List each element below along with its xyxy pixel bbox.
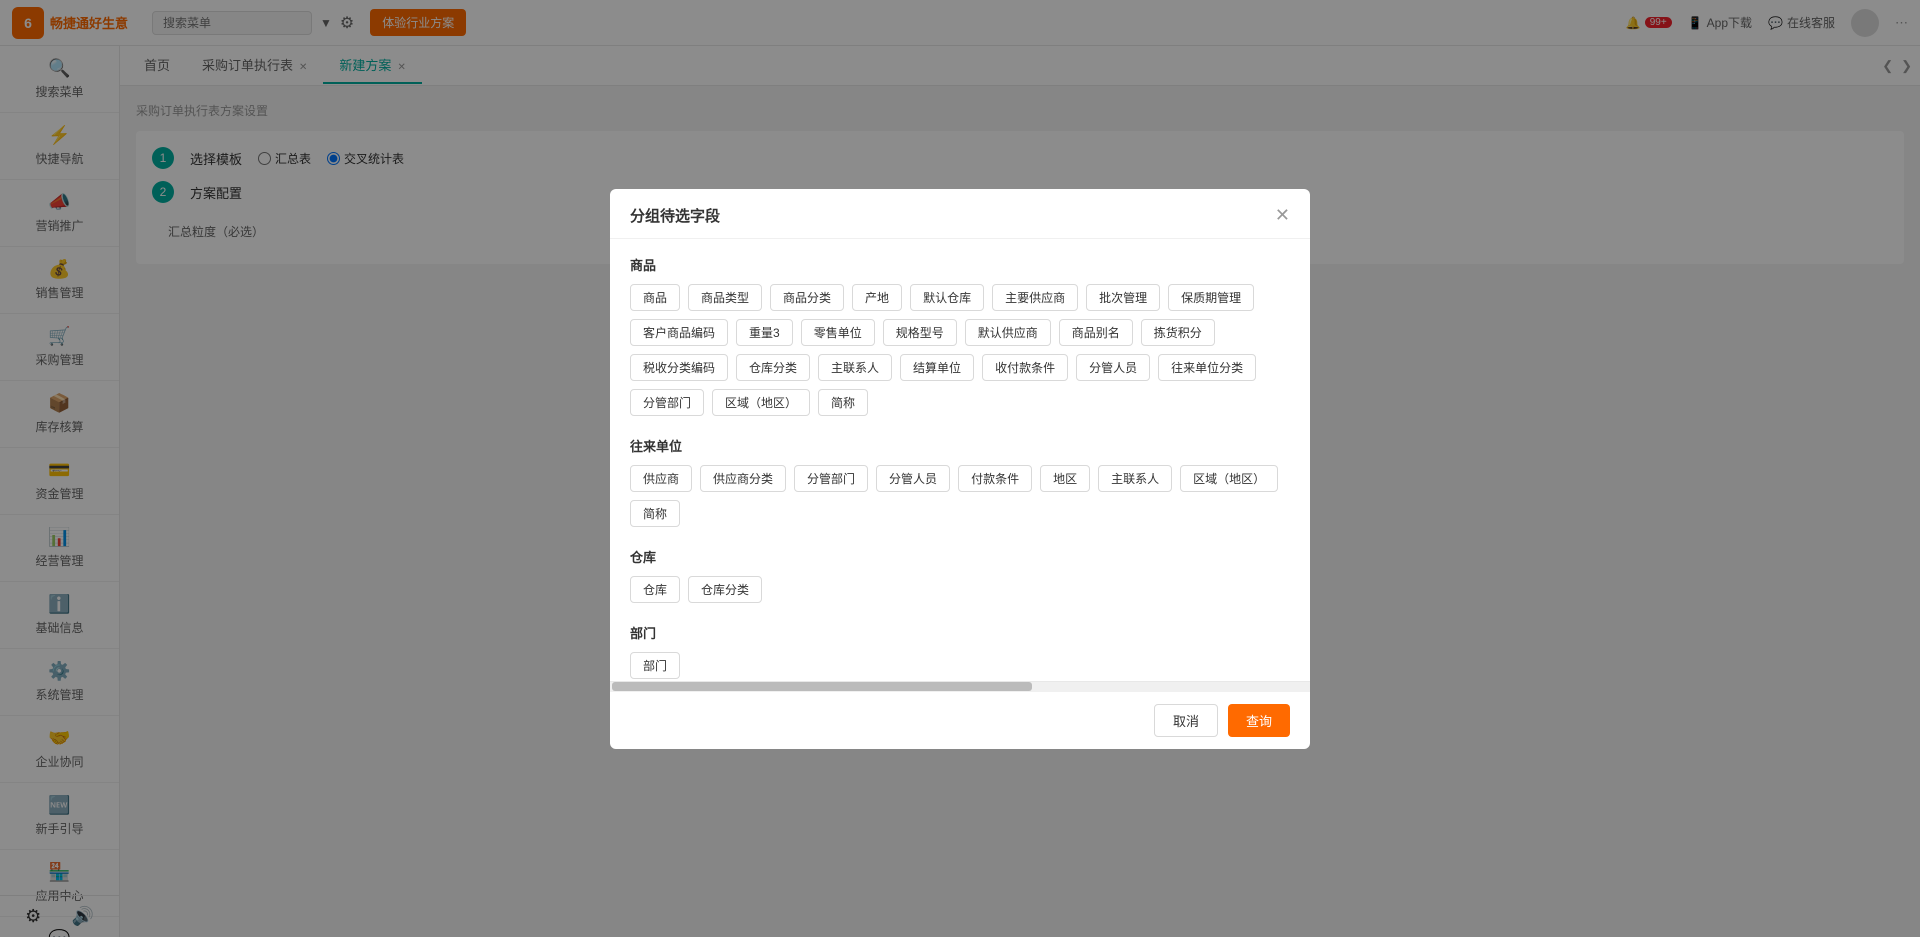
field-tag-0-19[interactable]: 收付款条件 — [982, 354, 1068, 381]
field-tag-0-22[interactable]: 分管部门 — [630, 389, 704, 416]
field-tag-0-0[interactable]: 商品 — [630, 284, 680, 311]
modal-title: 分组待选字段 — [630, 205, 720, 226]
field-tag-0-21[interactable]: 往来单位分类 — [1158, 354, 1256, 381]
field-tag-0-10[interactable]: 零售单位 — [801, 319, 875, 346]
field-tag-0-13[interactable]: 商品别名 — [1059, 319, 1133, 346]
field-tag-3-0[interactable]: 部门 — [630, 652, 680, 679]
field-tag-0-1[interactable]: 商品类型 — [688, 284, 762, 311]
field-section-3: 部门部门 — [630, 623, 1290, 679]
field-tag-1-5[interactable]: 地区 — [1040, 465, 1090, 492]
section-title-0: 商品 — [630, 255, 1290, 274]
modal-horizontal-scrollbar[interactable] — [610, 681, 1310, 691]
field-tags-2: 仓库仓库分类 — [630, 576, 1290, 603]
modal-close-button[interactable]: ✕ — [1275, 205, 1290, 226]
field-tags-0: 商品商品类型商品分类产地默认仓库主要供应商批次管理保质期管理客户商品编码重量3 零… — [630, 284, 1290, 416]
field-tag-1-6[interactable]: 主联系人 — [1098, 465, 1172, 492]
field-tag-1-1[interactable]: 供应商分类 — [700, 465, 786, 492]
field-tag-0-23[interactable]: 区域（地区） — [712, 389, 810, 416]
field-tag-0-15[interactable]: 税收分类编码 — [630, 354, 728, 381]
field-tag-0-17[interactable]: 主联系人 — [818, 354, 892, 381]
modal-footer: 取消 查询 — [610, 691, 1310, 749]
field-section-0: 商品商品商品类型商品分类产地默认仓库主要供应商批次管理保质期管理客户商品编码重量… — [630, 255, 1290, 416]
field-tag-0-8[interactable]: 客户商品编码 — [630, 319, 728, 346]
field-tag-1-4[interactable]: 付款条件 — [958, 465, 1032, 492]
field-tag-1-0[interactable]: 供应商 — [630, 465, 692, 492]
field-tag-1-2[interactable]: 分管部门 — [794, 465, 868, 492]
field-tags-1: 供应商供应商分类分管部门分管人员付款条件地区主联系人区域（地区） 简称 — [630, 465, 1290, 527]
cancel-button[interactable]: 取消 — [1154, 704, 1218, 737]
field-section-1: 往来单位供应商供应商分类分管部门分管人员付款条件地区主联系人区域（地区） 简称 — [630, 436, 1290, 527]
field-tag-0-5[interactable]: 主要供应商 — [992, 284, 1078, 311]
field-tag-1-8[interactable]: 简称 — [630, 500, 680, 527]
modal-dialog: 分组待选字段 ✕ 商品商品商品类型商品分类产地默认仓库主要供应商批次管理保质期管… — [610, 189, 1310, 749]
field-tag-0-9[interactable]: 重量3 — [736, 319, 793, 346]
field-tag-2-0[interactable]: 仓库 — [630, 576, 680, 603]
field-tag-0-11[interactable]: 规格型号 — [883, 319, 957, 346]
field-tag-0-24[interactable]: 简称 — [818, 389, 868, 416]
field-section-2: 仓库仓库仓库分类 — [630, 547, 1290, 603]
field-tag-0-12[interactable]: 默认供应商 — [965, 319, 1051, 346]
modal-header: 分组待选字段 ✕ — [610, 189, 1310, 239]
field-tag-0-14[interactable]: 拣货积分 — [1141, 319, 1215, 346]
field-tag-0-18[interactable]: 结算单位 — [900, 354, 974, 381]
field-tags-3: 部门 — [630, 652, 1290, 679]
section-title-3: 部门 — [630, 623, 1290, 642]
section-title-1: 往来单位 — [630, 436, 1290, 455]
field-tag-0-7[interactable]: 保质期管理 — [1168, 284, 1254, 311]
modal-overlay: 分组待选字段 ✕ 商品商品商品类型商品分类产地默认仓库主要供应商批次管理保质期管… — [0, 0, 1920, 937]
field-tag-0-3[interactable]: 产地 — [852, 284, 902, 311]
field-tag-0-20[interactable]: 分管人员 — [1076, 354, 1150, 381]
field-tag-0-2[interactable]: 商品分类 — [770, 284, 844, 311]
field-tag-0-4[interactable]: 默认仓库 — [910, 284, 984, 311]
section-title-2: 仓库 — [630, 547, 1290, 566]
modal-body: 商品商品商品类型商品分类产地默认仓库主要供应商批次管理保质期管理客户商品编码重量… — [610, 239, 1310, 681]
field-tag-0-6[interactable]: 批次管理 — [1086, 284, 1160, 311]
field-tag-1-7[interactable]: 区域（地区） — [1180, 465, 1278, 492]
field-tag-2-1[interactable]: 仓库分类 — [688, 576, 762, 603]
field-tag-1-3[interactable]: 分管人员 — [876, 465, 950, 492]
field-tag-0-16[interactable]: 仓库分类 — [736, 354, 810, 381]
confirm-button[interactable]: 查询 — [1228, 704, 1290, 737]
